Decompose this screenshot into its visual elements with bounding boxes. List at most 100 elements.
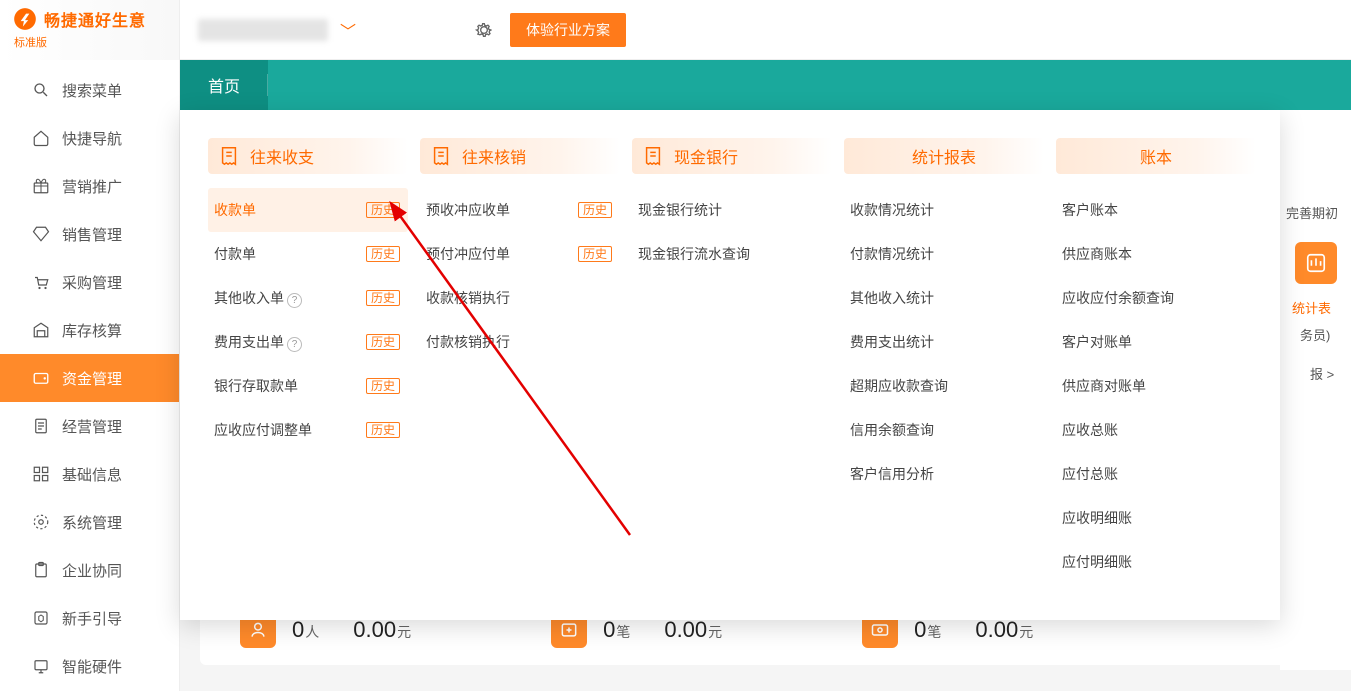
nav-item-warehouse[interactable]: 库存核算	[0, 306, 179, 354]
history-tag[interactable]: 历史	[366, 378, 400, 394]
mega-item[interactable]: 供应商账本	[1056, 232, 1256, 276]
mega-item[interactable]: 付款单历史	[208, 232, 408, 276]
history-tag[interactable]: 历史	[578, 202, 612, 218]
history-tag[interactable]: 历史	[366, 202, 400, 218]
mega-item[interactable]: 信用余额查询	[844, 408, 1044, 452]
card-amount: 0.00	[975, 617, 1018, 642]
nav-item-newbie[interactable]: 新手引导	[0, 594, 179, 642]
edge-stats-line2[interactable]: 务员)	[1280, 321, 1351, 348]
mega-item[interactable]: 费用支出统计	[844, 320, 1044, 364]
mega-item[interactable]: 客户信用分析	[844, 452, 1044, 496]
right-edge-panel: 完善期初 统计表 务员) 报 >	[1280, 110, 1351, 670]
history-tag[interactable]: 历史	[366, 334, 400, 350]
nav-item-grid[interactable]: 基础信息	[0, 450, 179, 498]
mega-item-label: 应付明细账	[1062, 552, 1132, 572]
mega-item-label: 现金银行统计	[638, 200, 722, 220]
diamond-icon	[32, 225, 50, 243]
mega-item-label: 收款单	[214, 200, 256, 220]
mega-column-title: 现金银行	[674, 144, 738, 168]
tab-home[interactable]: 首页	[180, 60, 268, 110]
edge-bulletin[interactable]: 报 >	[1280, 348, 1351, 387]
org-selector[interactable]: ﹀	[198, 18, 458, 42]
nav-item-gift[interactable]: 营销推广	[0, 162, 179, 210]
nav-item-wallet[interactable]: 资金管理	[0, 354, 179, 402]
history-tag[interactable]: 历史	[578, 246, 612, 262]
mega-item[interactable]: 预收冲应收单 历史	[420, 188, 620, 232]
mega-item[interactable]: 其他收入统计	[844, 276, 1044, 320]
mega-item[interactable]: 银行存取款单 历史	[208, 364, 408, 408]
history-tag[interactable]: 历史	[366, 290, 400, 306]
mega-item-label: 应收应付余额查询	[1062, 288, 1174, 308]
mega-item[interactable]: 现金银行流水查询	[632, 232, 832, 276]
stats-icon-button[interactable]	[1295, 242, 1337, 284]
nav-item-search[interactable]: 搜索菜单	[0, 66, 179, 114]
mega-item-label: 收款情况统计	[850, 200, 934, 220]
mega-item-label: 客户账本	[1062, 200, 1118, 220]
mega-item[interactable]: 收款情况统计	[844, 188, 1044, 232]
mega-item[interactable]: 预付冲应付单 历史	[420, 232, 620, 276]
nav-label: 智能硬件	[62, 656, 122, 677]
mega-item[interactable]: 收款单 历史	[208, 188, 408, 232]
mega-item[interactable]: 费用支出单?历史	[208, 320, 408, 364]
edge-stats-line1[interactable]: 统计表	[1280, 294, 1351, 321]
nav-label: 基础信息	[62, 464, 122, 485]
mega-column-1: 往来核销预收冲应收单历史预付冲应付单历史收款核销执行付款核销执行	[420, 138, 632, 592]
mega-item-label: 收款核销执行	[426, 288, 510, 308]
nav-label: 销售管理	[62, 224, 122, 245]
tabbar: 首页	[180, 60, 1351, 110]
mega-item[interactable]: 应收总账	[1056, 408, 1256, 452]
mega-column-title: 账本	[1140, 144, 1172, 168]
mega-item[interactable]: 客户对账单	[1056, 320, 1256, 364]
mega-item[interactable]: 现金银行统计	[632, 188, 832, 232]
mega-item[interactable]: 供应商对账单	[1056, 364, 1256, 408]
mega-item[interactable]: 付款情况统计	[844, 232, 1044, 276]
mega-item[interactable]: 应付总账	[1056, 452, 1256, 496]
mega-item[interactable]: 应付明细账	[1056, 540, 1256, 584]
mega-item-label: 付款核销执行	[426, 332, 510, 352]
card-count: 0	[603, 617, 615, 642]
mega-item[interactable]: 收款核销执行	[420, 276, 620, 320]
mega-column-4: 账本客户账本供应商账本应收应付余额查询客户对账单供应商对账单应收总账应付总账应收…	[1056, 138, 1268, 592]
mega-item-label: 应收总账	[1062, 420, 1118, 440]
history-tag[interactable]: 历史	[366, 422, 400, 438]
mega-item[interactable]: 应收应付余额查询	[1056, 276, 1256, 320]
mega-item-label: 银行存取款单	[214, 376, 298, 396]
chevron-down-icon: ﹀	[340, 18, 356, 42]
nav-item-doc[interactable]: 经营管理	[0, 402, 179, 450]
mega-column-0: 往来收支收款单历史付款单历史其他收入单?历史费用支出单?历史银行存取款单历史应收…	[208, 138, 420, 592]
mega-item-label: 预收冲应收单	[426, 200, 510, 220]
mega-item-label: 预付冲应付单	[426, 244, 510, 264]
card-count: 0	[292, 617, 304, 642]
search-icon	[32, 81, 50, 99]
hardware-icon	[32, 657, 50, 675]
gear-icon[interactable]	[474, 20, 494, 40]
mega-item[interactable]: 付款核销执行	[420, 320, 620, 364]
nav-item-clipboard[interactable]: 企业协同	[0, 546, 179, 594]
wallet-icon	[32, 369, 50, 387]
home-icon	[32, 129, 50, 147]
nav-item-diamond[interactable]: 销售管理	[0, 210, 179, 258]
mega-item[interactable]: 应收明细账	[1056, 496, 1256, 540]
mega-item[interactable]: 客户账本	[1056, 188, 1256, 232]
nav-label: 快捷导航	[62, 128, 122, 149]
brand: 畅捷通好生意 标准版	[0, 0, 179, 60]
mega-column-title: 往来核销	[462, 144, 526, 168]
cart-icon	[32, 273, 50, 291]
warehouse-icon	[32, 321, 50, 339]
nav-item-home[interactable]: 快捷导航	[0, 114, 179, 162]
nav-item-hardware[interactable]: 智能硬件	[0, 642, 179, 690]
mega-item-label: 应收应付调整单	[214, 420, 312, 440]
mega-item[interactable]: 其他收入单? 历史	[208, 276, 408, 320]
mega-item[interactable]: 超期应收款查询	[844, 364, 1044, 408]
mega-item-label: 客户信用分析	[850, 464, 934, 484]
mega-item-label: 费用支出统计	[850, 332, 934, 352]
nav-label: 新手引导	[62, 608, 122, 629]
mega-item[interactable]: 应收应付调整单 历史	[208, 408, 408, 452]
newbie-icon	[32, 609, 50, 627]
nav-item-gear2[interactable]: 系统管理	[0, 498, 179, 546]
mega-item-label: 其他收入统计	[850, 288, 934, 308]
nav-item-cart[interactable]: 采购管理	[0, 258, 179, 306]
mega-item-label: 其他收入单?	[214, 288, 302, 308]
industry-plan-button[interactable]: 体验行业方案	[510, 13, 626, 47]
history-tag[interactable]: 历史	[366, 246, 400, 262]
